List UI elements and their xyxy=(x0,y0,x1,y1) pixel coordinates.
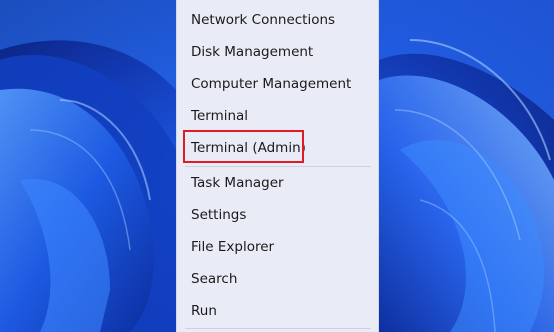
menu-item-file-explorer[interactable]: File Explorer xyxy=(177,231,380,263)
menu-item-settings[interactable]: Settings xyxy=(177,199,380,231)
menu-item-terminal[interactable]: Terminal xyxy=(177,100,380,132)
menu-item-network-connections[interactable]: Network Connections xyxy=(177,4,380,36)
menu-item-computer-management[interactable]: Computer Management xyxy=(177,68,380,100)
menu-item-terminal-admin[interactable]: Terminal (Admin) xyxy=(177,132,380,164)
menu-item-search[interactable]: Search xyxy=(177,263,380,295)
menu-item-disk-management[interactable]: Disk Management xyxy=(177,36,380,68)
menu-item-run[interactable]: Run xyxy=(177,295,380,327)
menu-item-task-manager[interactable]: Task Manager xyxy=(177,167,380,199)
winx-context-menu: Network Connections Disk Management Comp… xyxy=(176,0,379,332)
menu-separator xyxy=(185,328,371,329)
desktop: Network Connections Disk Management Comp… xyxy=(0,0,554,332)
